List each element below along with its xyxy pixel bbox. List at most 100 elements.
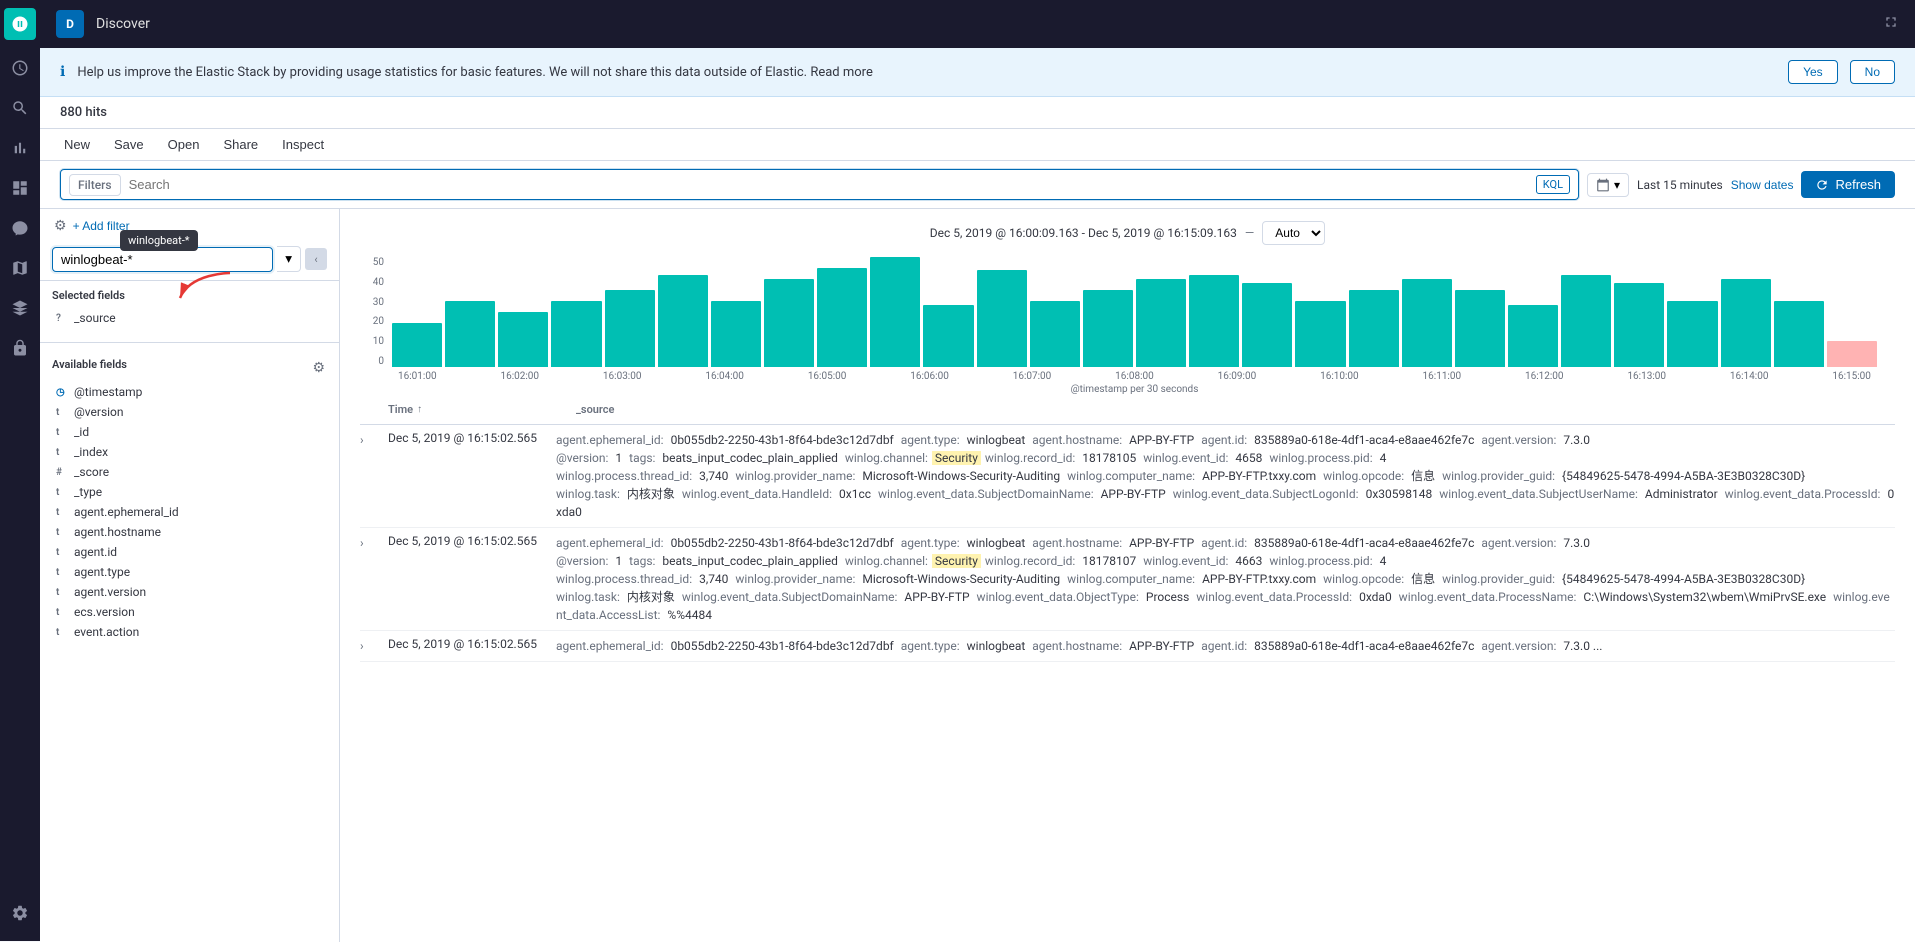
app-icon: D	[56, 10, 84, 38]
chart-bars	[388, 257, 1881, 367]
sidebar-item-settings[interactable]	[0, 893, 40, 933]
share-button[interactable]: Share	[219, 135, 262, 154]
chart-bar[interactable]	[1349, 290, 1399, 367]
sidebar-item-security[interactable]	[0, 328, 40, 368]
row-source: agent.ephemeral_id: 0b055db2-2250-43b1-8…	[556, 534, 1895, 624]
col-time-header[interactable]: Time ↑	[388, 403, 568, 416]
interval-select[interactable]: Auto	[1262, 221, 1325, 245]
sidebar-item-canvas[interactable]	[0, 208, 40, 248]
chart-bar[interactable]	[1402, 279, 1452, 367]
field-agent-ephemeral-id[interactable]: t agent.ephemeral_id	[52, 502, 327, 522]
save-button[interactable]: Save	[110, 135, 148, 154]
chart-bar[interactable]	[1455, 290, 1505, 367]
chart-bar[interactable]	[977, 270, 1027, 367]
show-dates-button[interactable]: Show dates	[1731, 178, 1794, 192]
chart-right-spacer	[1881, 257, 1895, 395]
filters-label[interactable]: Filters	[69, 174, 121, 196]
sidebar-item-maps[interactable]	[0, 248, 40, 288]
collapse-panel-button[interactable]: ‹	[305, 248, 327, 270]
histogram-area: Dec 5, 2019 @ 16:00:09.163 - Dec 5, 2019…	[340, 209, 1915, 395]
yes-button[interactable]: Yes	[1788, 60, 1838, 84]
calendar-icon	[1596, 178, 1610, 192]
arrow-indicator	[170, 268, 250, 312]
row-expand-button[interactable]: ›	[360, 637, 380, 653]
search-input[interactable]	[121, 173, 1536, 196]
chart-bar[interactable]	[605, 290, 655, 367]
calendar-button[interactable]: ▾	[1587, 173, 1629, 197]
index-pattern-bar: ▾ ‹ winlogbeat-*	[40, 238, 339, 281]
chart-bar[interactable]	[498, 312, 548, 367]
chart-bar[interactable]	[392, 323, 442, 367]
sidebar-item-visualize[interactable]	[0, 128, 40, 168]
chart-bar[interactable]	[1508, 305, 1558, 367]
time-range-label: Last 15 minutes	[1637, 178, 1723, 192]
content-area: ⚙ + Add filter ▾ ‹ winlogbeat-*	[40, 209, 1915, 942]
field-timestamp[interactable]: ◷ @timestamp	[52, 382, 327, 402]
kql-badge[interactable]: KQL	[1536, 175, 1570, 194]
chart-bar[interactable]	[817, 268, 867, 367]
sidebar-item-search[interactable]	[0, 88, 40, 128]
refresh-button[interactable]: Refresh	[1801, 171, 1895, 198]
field-id[interactable]: t _id	[52, 422, 327, 442]
chart-bar[interactable]	[1136, 279, 1186, 367]
chart-bar[interactable]	[658, 275, 708, 367]
chart-bar[interactable]	[1614, 283, 1664, 367]
chart-bar[interactable]	[551, 301, 601, 367]
field-event-action[interactable]: t event.action	[52, 622, 327, 642]
available-fields-settings[interactable]: ⚙	[310, 357, 327, 378]
chart-bar[interactable]	[1030, 301, 1080, 367]
chart-bar[interactable]	[764, 279, 814, 367]
chart-bar[interactable]	[711, 301, 761, 367]
chart-y-axis: 50 40 30 20 10 0	[360, 257, 388, 367]
new-button[interactable]: New	[60, 135, 94, 154]
field-agent-type[interactable]: t agent.type	[52, 562, 327, 582]
chart-bar[interactable]	[1189, 275, 1239, 367]
field-type[interactable]: t _type	[52, 482, 327, 502]
chart-bar[interactable]	[1667, 301, 1717, 367]
field-ecs-version[interactable]: t ecs.version	[52, 602, 327, 622]
row-expand-button[interactable]: ›	[360, 431, 380, 447]
table-row: › Dec 5, 2019 @ 16:15:02.565 agent.ephem…	[360, 528, 1895, 631]
chart-bar[interactable]	[1827, 341, 1877, 367]
sidebar-item-dashboard[interactable]	[0, 168, 40, 208]
hits-count: 880 hits	[60, 105, 107, 120]
row-time: Dec 5, 2019 @ 16:15:02.565	[388, 637, 548, 651]
panel-settings-button[interactable]: ⚙	[52, 215, 69, 236]
field-agent-version[interactable]: t agent.version	[52, 582, 327, 602]
open-button[interactable]: Open	[164, 135, 204, 154]
index-dropdown-button[interactable]: ▾	[277, 246, 301, 272]
field-version[interactable]: t @version	[52, 402, 327, 422]
fullscreen-icon[interactable]	[1883, 14, 1899, 30]
no-button[interactable]: No	[1850, 60, 1895, 84]
chart-bar[interactable]	[1242, 283, 1292, 367]
row-time: Dec 5, 2019 @ 16:15:02.565	[388, 534, 548, 548]
chart-container: 50 40 30 20 10 0 16:01:0016:02:0016:0	[360, 253, 1895, 395]
chart-bar[interactable]	[923, 305, 973, 367]
field-agent-hostname[interactable]: t agent.hostname	[52, 522, 327, 542]
banner-text: Help us improve the Elastic Stack by pro…	[77, 65, 1776, 80]
chart-bar[interactable]	[1774, 301, 1824, 367]
row-expand-button[interactable]: ›	[360, 534, 380, 550]
sidebar-item-clock[interactable]	[0, 48, 40, 88]
chart-bar[interactable]	[445, 301, 495, 367]
chart-bar[interactable]	[1561, 275, 1611, 367]
chart-bar[interactable]	[1083, 290, 1133, 367]
app-title: Discover	[96, 16, 150, 32]
inspect-button[interactable]: Inspect	[278, 135, 328, 154]
available-fields-section: Available fields ⚙ ◷ @timestamp t @versi…	[40, 349, 339, 650]
chart-bar[interactable]	[1295, 301, 1345, 367]
field-agent-id[interactable]: t agent.id	[52, 542, 327, 562]
fields-divider	[40, 342, 339, 343]
chart-bar[interactable]	[870, 257, 920, 367]
app-logo[interactable]	[4, 8, 36, 40]
chart-bar[interactable]	[1721, 279, 1771, 367]
topbar-actions	[1883, 14, 1899, 34]
col-source-header: _source	[576, 403, 1895, 416]
search-container: Filters KQL	[60, 169, 1579, 200]
sidebar-item-ml[interactable]	[0, 288, 40, 328]
row-source: agent.ephemeral_id: 0b055db2-2250-43b1-8…	[556, 431, 1895, 521]
field-score[interactable]: # _score	[52, 462, 327, 482]
row-time: Dec 5, 2019 @ 16:15:02.565	[388, 431, 548, 445]
info-banner: ℹ Help us improve the Elastic Stack by p…	[40, 48, 1915, 97]
field-index[interactable]: t _index	[52, 442, 327, 462]
